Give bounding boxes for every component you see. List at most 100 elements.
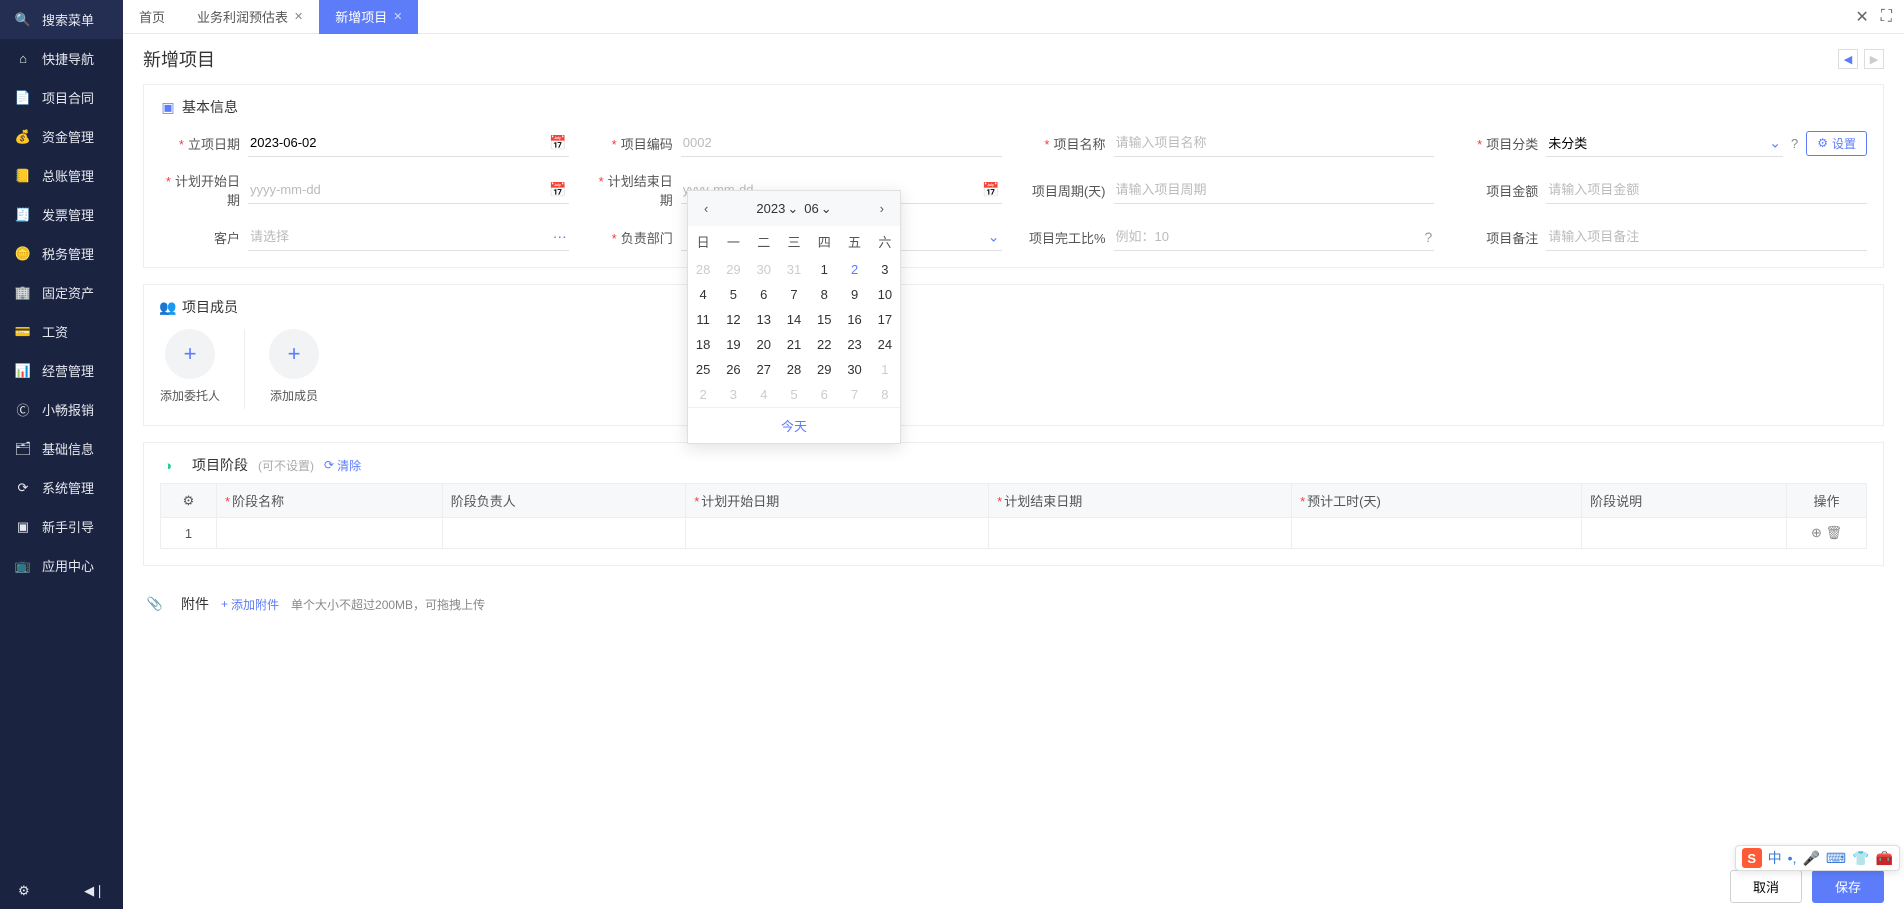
calendar-day[interactable]: 5 [718,282,748,307]
sidebar-item-funds[interactable]: 💰资金管理 [0,117,123,156]
chevron-down-icon[interactable]: ⌄ [988,229,1000,246]
sidebar-item-guide[interactable]: ▣新手引导 [0,507,123,546]
chevron-down-icon[interactable]: ⌄ [1769,135,1781,152]
ime-toolbar[interactable]: S 中 •, 🎤 ⌨ 👕 🧰 [1735,845,1900,871]
calendar-day[interactable]: 5 [779,382,809,407]
add-row-icon[interactable]: ⊕ [1811,525,1822,540]
sidebar-item-base-info[interactable]: 🗂基础信息 [0,429,123,468]
completion-input[interactable] [1114,223,1435,251]
calendar-day[interactable]: 26 [718,357,748,382]
stage-desc-cell[interactable] [1582,518,1787,549]
ime-punct-icon[interactable]: •, [1788,850,1797,866]
year-select[interactable]: 2023 ⌄ [756,201,798,217]
calendar-icon[interactable]: 📅 [982,182,999,199]
calendar-day[interactable]: 3 [718,382,748,407]
close-panel-icon[interactable]: ✕ [1855,7,1868,27]
add-attachment-button[interactable]: + 添加附件 [221,596,279,613]
column-settings-icon[interactable]: ⚙ [161,484,217,518]
calendar-day[interactable]: 30 [839,357,869,382]
sidebar-item-expense[interactable]: Ⓒ小畅报销 [0,390,123,429]
remark-input[interactable] [1546,223,1867,251]
month-select[interactable]: 06 ⌄ [804,201,831,217]
project-code-input[interactable] [681,129,1002,157]
sidebar-item-search-menu[interactable]: 🔍搜索菜单 [0,0,123,39]
calendar-day[interactable]: 23 [839,332,869,357]
calendar-day[interactable]: 4 [688,282,718,307]
calendar-day[interactable]: 1 [809,257,839,282]
sidebar-item-invoice[interactable]: 🧾发票管理 [0,195,123,234]
calendar-day[interactable]: 3 [870,257,900,282]
calendar-day[interactable]: 10 [870,282,900,307]
calendar-day[interactable]: 22 [809,332,839,357]
fullscreen-icon[interactable]: ⛶ [1881,8,1892,26]
calendar-day[interactable]: 6 [749,282,779,307]
more-icon[interactable]: ⋯ [553,229,567,246]
help-icon[interactable]: ? [1424,229,1432,245]
add-owner-button[interactable]: +添加委托人 [160,329,220,404]
calendar-day[interactable]: 28 [688,257,718,282]
calendar-day[interactable]: 17 [870,307,900,332]
settings-icon[interactable]: ⚙ [18,883,30,899]
calendar-day[interactable]: 6 [809,382,839,407]
close-icon[interactable]: ✕ [393,10,402,23]
calendar-day[interactable]: 15 [809,307,839,332]
calendar-day[interactable]: 25 [688,357,718,382]
ime-lang[interactable]: 中 [1768,848,1782,868]
sidebar-item-operations[interactable]: 📊经营管理 [0,351,123,390]
tab-new-project[interactable]: 新增项目✕ [319,0,418,34]
calendar-day[interactable]: 21 [779,332,809,357]
calendar-day[interactable]: 18 [688,332,718,357]
calendar-day[interactable]: 20 [749,332,779,357]
table-row[interactable]: 1 ⊕ 🗑 [161,518,1867,549]
stage-start-cell[interactable] [686,518,989,549]
clear-stages-button[interactable]: ⟳清除 [324,457,361,474]
calendar-day[interactable]: 2 [839,257,869,282]
collapse-icon[interactable]: ◀❘ [84,883,105,899]
save-button[interactable]: 保存 [1812,870,1884,903]
ime-toolbox-icon[interactable]: 🧰 [1876,850,1893,867]
sidebar-item-fixed-assets[interactable]: 🏢固定资产 [0,273,123,312]
sidebar-item-ledger[interactable]: 📒总账管理 [0,156,123,195]
calendar-day[interactable]: 24 [870,332,900,357]
stage-hours-cell[interactable] [1292,518,1582,549]
sidebar-item-salary[interactable]: 💳工资 [0,312,123,351]
sidebar-item-tax[interactable]: 🪙税务管理 [0,234,123,273]
sidebar-item-system[interactable]: ⟳系统管理 [0,468,123,507]
calendar-day[interactable]: 29 [809,357,839,382]
prev-record-button[interactable]: ◀ [1838,49,1858,69]
delete-row-icon[interactable]: 🗑 [1826,525,1843,540]
calendar-day[interactable]: 14 [779,307,809,332]
ime-skin-icon[interactable]: 👕 [1852,850,1869,867]
close-icon[interactable]: ✕ [294,10,303,23]
calendar-day[interactable]: 9 [839,282,869,307]
calendar-icon[interactable]: 📅 [549,182,566,199]
calendar-day[interactable]: 29 [718,257,748,282]
calendar-day[interactable]: 11 [688,307,718,332]
project-cycle-input[interactable] [1114,176,1435,204]
calendar-day[interactable]: 30 [749,257,779,282]
calendar-day[interactable]: 4 [749,382,779,407]
calendar-day[interactable]: 31 [779,257,809,282]
add-member-button[interactable]: +添加成员 [269,329,319,404]
ime-keyboard-icon[interactable]: ⌨ [1826,850,1846,867]
project-category-select[interactable] [1546,129,1783,157]
tab-home[interactable]: 首页 [123,0,181,34]
plan-start-date-input[interactable] [248,176,569,204]
calendar-day[interactable]: 16 [839,307,869,332]
calendar-day[interactable]: 12 [718,307,748,332]
calendar-day[interactable]: 28 [779,357,809,382]
calendar-day[interactable]: 13 [749,307,779,332]
calendar-day[interactable]: 2 [688,382,718,407]
next-record-button[interactable]: ▶ [1864,49,1884,69]
project-name-input[interactable] [1114,129,1435,157]
tab-profit-forecast[interactable]: 业务利润预估表✕ [181,0,319,34]
ime-mic-icon[interactable]: 🎤 [1802,850,1819,867]
category-settings-button[interactable]: ⚙设置 [1806,131,1867,156]
stage-end-cell[interactable] [989,518,1292,549]
prev-month-button[interactable]: ‹ [698,199,714,218]
calendar-day[interactable]: 7 [839,382,869,407]
calendar-day[interactable]: 8 [809,282,839,307]
next-month-button[interactable]: › [874,199,890,218]
sidebar-item-app-center[interactable]: 📺应用中心 [0,546,123,585]
calendar-day[interactable]: 27 [749,357,779,382]
